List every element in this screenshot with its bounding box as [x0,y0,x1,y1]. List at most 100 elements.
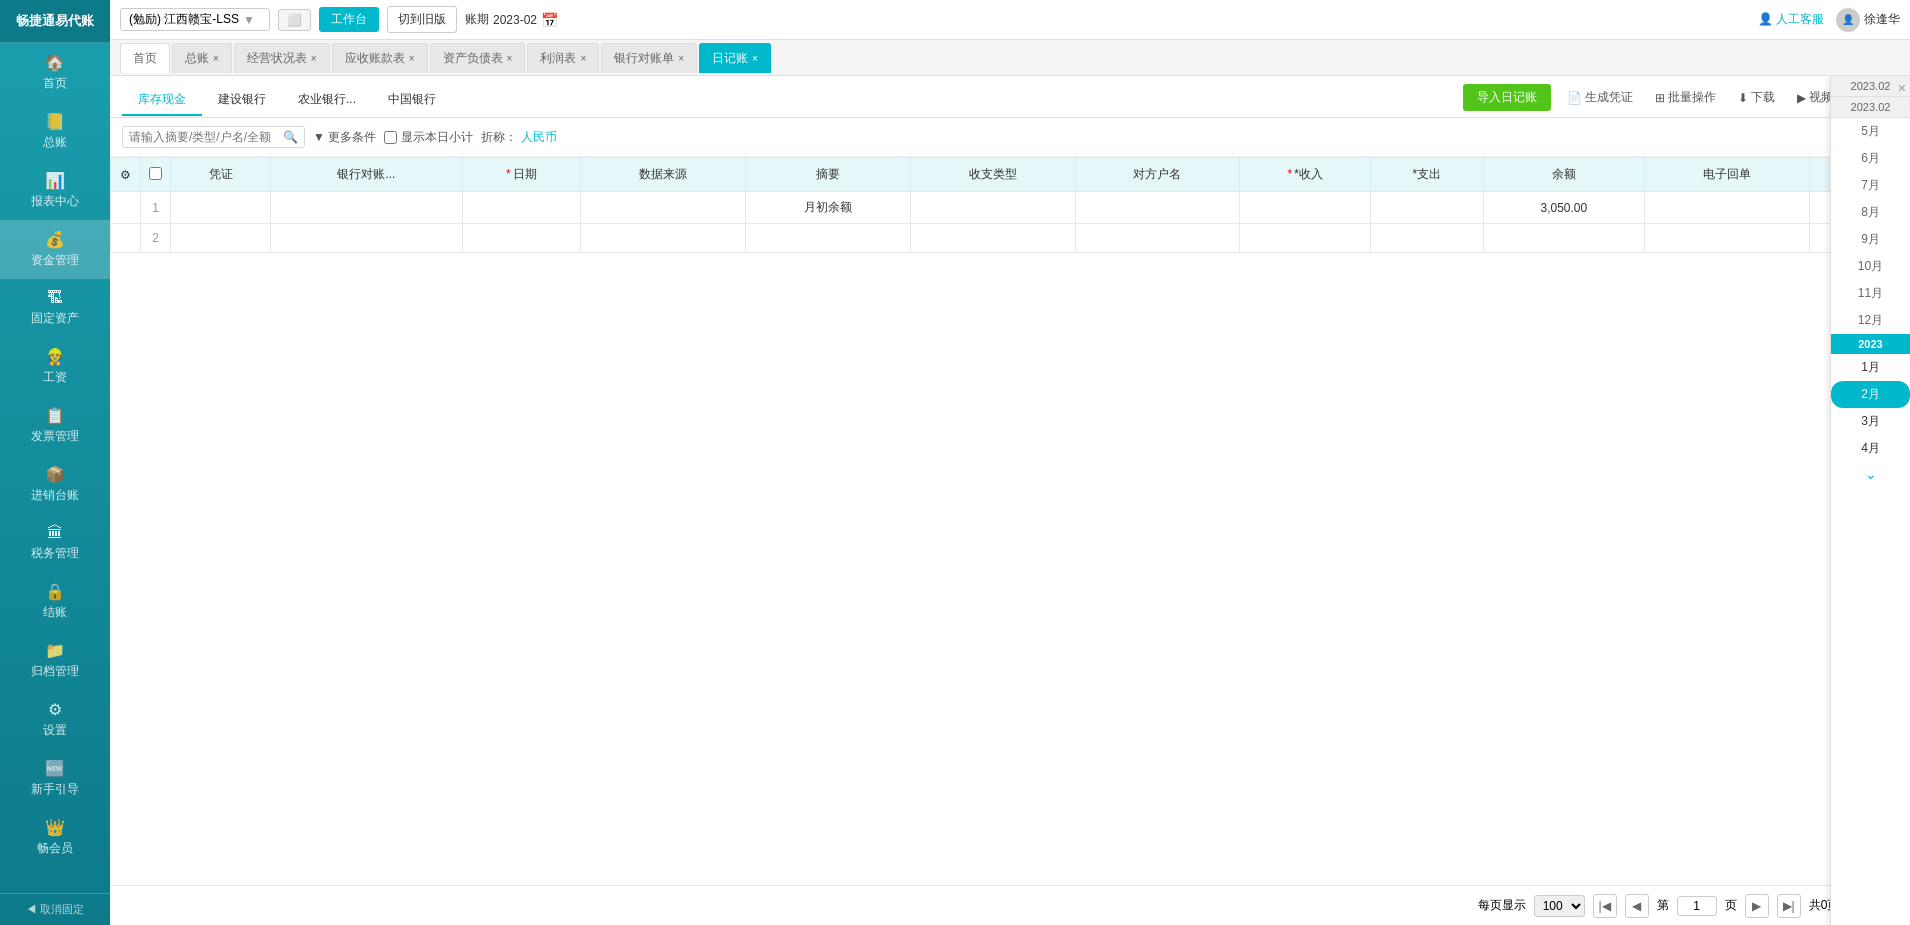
tab-home[interactable]: 首页 [120,43,170,73]
tab-ledger[interactable]: 总账 × [172,43,232,73]
tab-assets[interactable]: 资产负债表 × [430,43,526,73]
row-balance [1483,224,1644,253]
tax-icon: 🏛 [47,524,63,542]
filter-more-button[interactable]: ▼ 更多条件 [313,129,376,146]
payroll-icon: 👷 [45,347,65,366]
month-11[interactable]: 11月 [1831,280,1910,307]
month-3[interactable]: 3月 [1831,408,1910,435]
current-page-input[interactable] [1677,896,1717,916]
tab-status[interactable]: 经营状况表 × [234,43,330,73]
search-box[interactable]: 🔍 [122,126,305,148]
month-6[interactable]: 6月 [1831,145,1910,172]
date-panel-close-button[interactable]: × [1898,80,1906,96]
month-8[interactable]: 8月 [1831,199,1910,226]
sidebar-item-capital[interactable]: 💰 资金管理 [0,220,110,279]
batch-op-button[interactable]: ⊞ 批量操作 [1649,85,1722,110]
month-9[interactable]: 9月 [1831,226,1910,253]
per-page-select[interactable]: 100 50 200 [1534,895,1585,917]
sidebar-item-label: 报表中心 [31,193,79,210]
last-page-button[interactable]: ▶| [1777,894,1801,918]
customer-service-button[interactable]: 👤 人工客服 [1758,11,1824,28]
sidebar-item-archive[interactable]: 📁 归档管理 [0,631,110,690]
sidebar-item-home[interactable]: 🏠 首页 [0,43,110,102]
sub-tab-abc[interactable]: 农业银行... [282,85,372,116]
search-input[interactable] [129,130,279,144]
first-page-button[interactable]: |◀ [1593,894,1617,918]
sidebar-item-payroll[interactable]: 👷 工资 [0,337,110,396]
sidebar-item-fixed-assets[interactable]: 🏗 固定资产 [0,279,110,337]
col-check[interactable] [141,158,171,192]
row-income-type [910,224,1075,253]
tab-profit-close[interactable]: × [580,53,586,64]
currency-value[interactable]: 人民币 [521,129,557,146]
user-info[interactable]: 👤 徐逢华 [1836,8,1900,32]
generate-voucher-button[interactable]: 📄 生成凭证 [1561,85,1639,110]
copy-button[interactable]: ⬜ [278,9,311,31]
download-label: 下载 [1751,89,1775,106]
sub-tab-boc[interactable]: 中国银行 [372,85,452,116]
row-check: 2 [141,224,171,253]
sidebar-item-close-period[interactable]: 🔒 结账 [0,572,110,631]
sidebar-item-label: 畅会员 [37,840,73,857]
fixed-assets-icon: 🏗 [47,289,63,307]
unpin-button[interactable]: ◀ 取消固定 [0,893,110,925]
per-page-label: 每页显示 [1478,897,1526,914]
scroll-down-arrow[interactable]: ⌄ [1831,462,1910,486]
col-summary: 摘要 [745,158,910,192]
tab-status-close[interactable]: × [311,53,317,64]
sidebar-item-guide[interactable]: 🆕 新手引导 [0,749,110,808]
show-daily-label[interactable]: 显示本日小计 [384,129,473,146]
generate-voucher-label: 生成凭证 [1585,89,1633,106]
row-voucher [171,224,271,253]
month-2-active[interactable]: 2月 [1831,381,1910,408]
sidebar-item-ledger[interactable]: 📒 总账 [0,102,110,161]
period-calendar-icon[interactable]: 📅 [541,12,558,28]
tab-bank[interactable]: 银行对账单 × [601,43,697,73]
tab-receivable[interactable]: 应收账款表 × [332,43,428,73]
diary-table: ⚙ 凭证 银行对账... 日期 数据来源 摘要 收支类型 对方户名 *收入 *支… [110,157,1910,253]
next-page-button[interactable]: ▶ [1745,894,1769,918]
month-5[interactable]: 5月 [1831,118,1910,145]
sidebar-item-invoice[interactable]: 📋 发票管理 [0,396,110,455]
tab-diary[interactable]: 日记账 × [699,43,771,73]
month-7[interactable]: 7月 [1831,172,1910,199]
month-12[interactable]: 12月 [1831,307,1910,334]
switch-version-button[interactable]: 切到旧版 [387,6,457,33]
row-e-bill [1645,224,1810,253]
col-settings[interactable]: ⚙ [111,158,141,192]
tab-diary-close[interactable]: × [752,53,758,64]
row-settings [111,224,141,253]
table-row: 2 [111,224,1910,253]
tab-assets-close[interactable]: × [507,53,513,64]
month-10[interactable]: 10月 [1831,253,1910,280]
sidebar-item-tax[interactable]: 🏛 税务管理 [0,514,110,572]
company-name: (勉励) 江西赣宝-LSS [129,11,239,28]
sidebar-item-purchase-sales[interactable]: 📦 进销台账 [0,455,110,514]
row-bank-account [271,192,463,224]
import-diary-button[interactable]: 导入日记账 [1463,84,1551,111]
select-all-checkbox[interactable] [149,167,162,180]
tab-ledger-close[interactable]: × [213,53,219,64]
month-1[interactable]: 1月 [1831,354,1910,381]
tab-receivable-close[interactable]: × [409,53,415,64]
prev-page-button[interactable]: ◀ [1625,894,1649,918]
tab-profit[interactable]: 利润表 × [527,43,599,73]
col-income-type: 收支类型 [910,158,1075,192]
workbench-button[interactable]: 工作台 [319,7,379,32]
sidebar-item-label: 资金管理 [31,252,79,269]
download-button[interactable]: ⬇ 下载 [1732,85,1781,110]
row-settings [111,192,141,224]
month-4[interactable]: 4月 [1831,435,1910,462]
sidebar-item-label: 发票管理 [31,428,79,445]
user-name: 徐逢华 [1864,11,1900,28]
sidebar-item-settings[interactable]: ⚙ 设置 [0,690,110,749]
sub-tab-cash[interactable]: 库存现金 [122,85,202,116]
tab-bank-close[interactable]: × [678,53,684,64]
sidebar-item-reports[interactable]: 📊 报表中心 [0,161,110,220]
row-voucher [171,192,271,224]
show-daily-checkbox[interactable] [384,131,397,144]
sidebar-item-member[interactable]: 👑 畅会员 [0,808,110,867]
sub-tab-ccb[interactable]: 建设银行 [202,85,282,116]
table-row: 1 月初余额 3,050.00 [111,192,1910,224]
company-selector[interactable]: (勉励) 江西赣宝-LSS ▼ [120,8,270,31]
